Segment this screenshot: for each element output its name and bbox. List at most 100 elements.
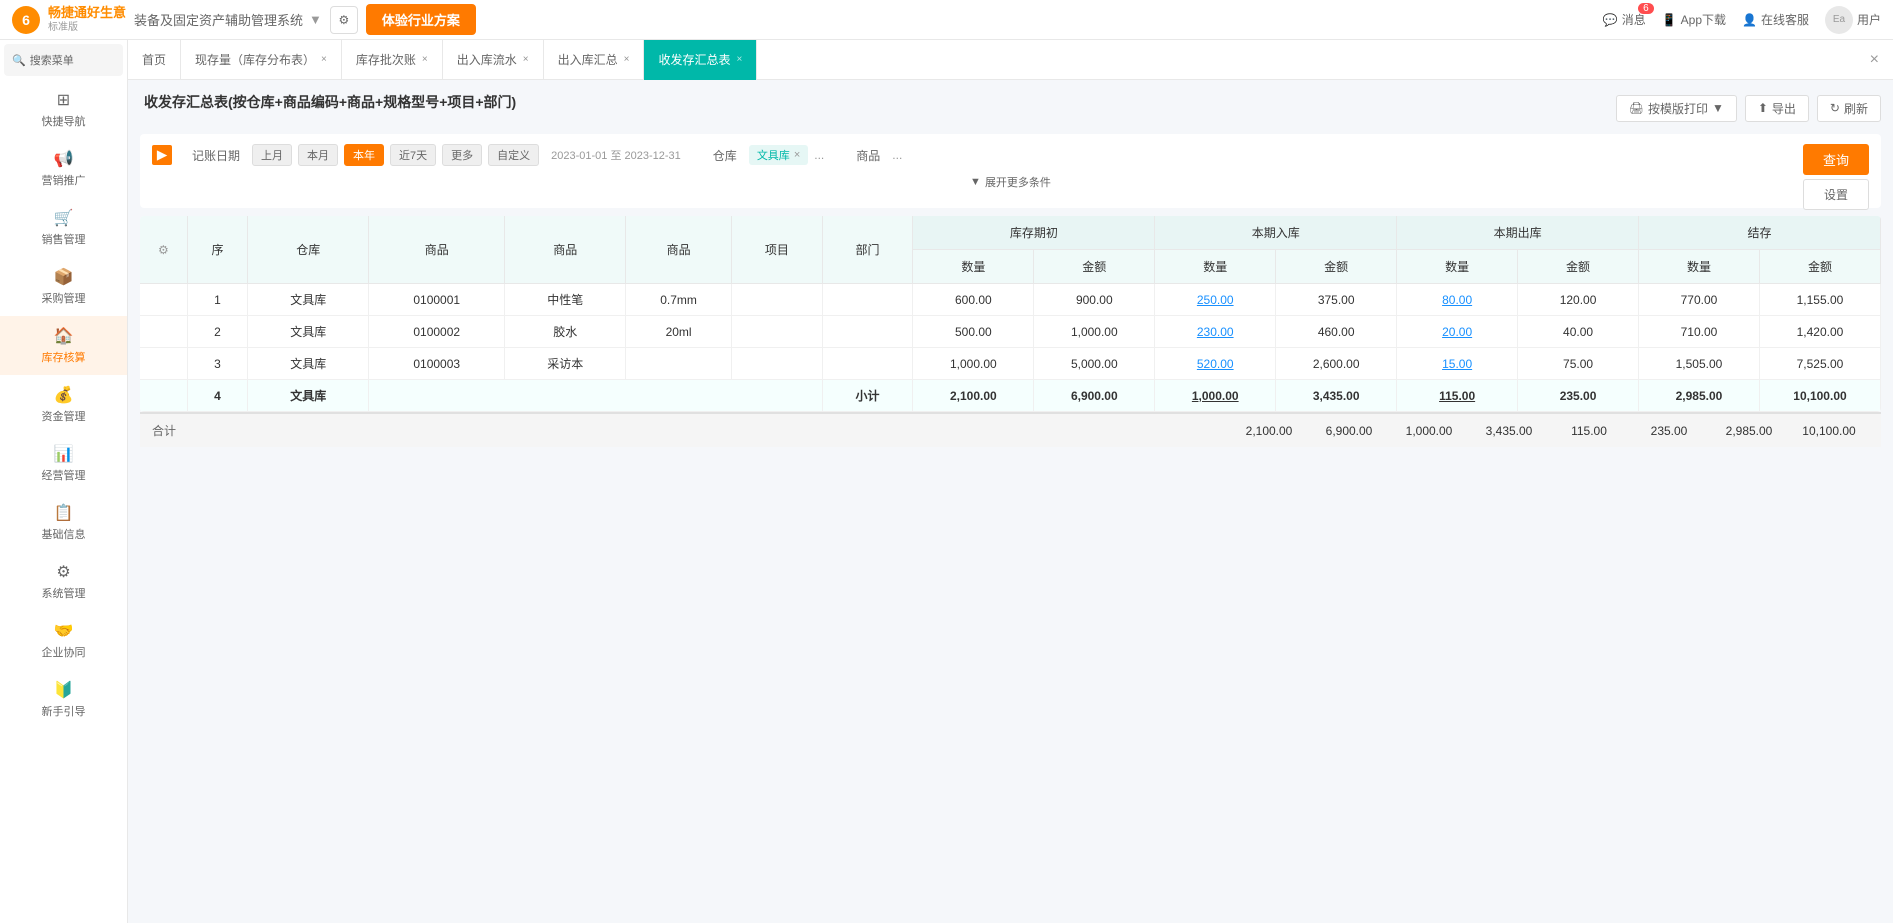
row-num: 1 — [187, 284, 247, 316]
row-in-qty[interactable]: 250.00 — [1155, 284, 1276, 316]
query-button[interactable]: 查询 — [1803, 144, 1869, 175]
row-bal-qty: 770.00 — [1639, 284, 1760, 316]
warehouse-more[interactable]: ... — [814, 148, 824, 162]
settings-button[interactable]: ⚙ — [330, 6, 358, 34]
sidebar-item-purchase[interactable]: 📦 采购管理 — [0, 257, 127, 316]
row-out-qty[interactable]: 80.00 — [1397, 284, 1518, 316]
sidebar-item-enterprise[interactable]: 🤝 企业协同 — [0, 611, 127, 670]
th-name: 商品 — [505, 216, 626, 284]
sidebar-item-inventory[interactable]: 🏠 库存核算 — [0, 316, 127, 375]
row-in-amt: 460.00 — [1276, 316, 1397, 348]
th-opening: 库存期初 — [913, 216, 1155, 250]
column-settings-button[interactable]: 设置 — [1803, 179, 1869, 210]
row-bal-qty: 1,505.00 — [1639, 348, 1760, 380]
app-subtitle: 标准版 — [48, 21, 126, 34]
total-in-amt: 3,435.00 — [1469, 424, 1549, 438]
row-in-qty[interactable]: 520.00 — [1155, 348, 1276, 380]
warehouse-tag-close[interactable]: × — [794, 149, 800, 161]
tab-recv-send[interactable]: 收发存汇总表 × — [644, 40, 757, 80]
expand-conditions-button[interactable]: ▼ 展开更多条件 — [970, 174, 1051, 190]
tab-inout-summary[interactable]: 出入库汇总 × — [544, 40, 645, 80]
export-button[interactable]: ⬆ 导出 — [1745, 95, 1809, 122]
page-content: 收发存汇总表(按仓库+商品编码+商品+规格型号+项目+部门) 🖨 按模版打印 ▼… — [128, 80, 1893, 923]
tab-recv-send-close[interactable]: × — [736, 54, 742, 65]
subtotal-out-amt: 235.00 — [1518, 380, 1639, 412]
refresh-button[interactable]: ↻ 刷新 — [1817, 95, 1881, 122]
search-menu-button[interactable]: 🔍 搜索菜单 — [4, 44, 123, 76]
sidebar-item-basic-info[interactable]: 📋 基础信息 — [0, 493, 127, 552]
row-out-qty[interactable]: 20.00 — [1397, 316, 1518, 348]
table-container: ⚙ 序 仓库 商品 商品 商品 项目 部门 库存期初 本期入库 本期出库 — [140, 216, 1881, 412]
row-settings — [140, 284, 187, 316]
sidebar-item-marketing[interactable]: 📢 营销推广 — [0, 139, 127, 198]
message-button[interactable]: 💬 消息 6 — [1603, 11, 1646, 28]
tab-inventory-dist[interactable]: 现存量（库存分布表） × — [181, 40, 342, 80]
sidebar-item-sales[interactable]: 🛒 销售管理 — [0, 198, 127, 257]
expand-label: 展开更多条件 — [985, 174, 1051, 190]
refresh-label: 刷新 — [1844, 100, 1868, 117]
filter-collapse-button[interactable]: ▶ — [152, 145, 172, 165]
inventory-icon: 🏠 — [54, 326, 74, 346]
tab-batch-close[interactable]: × — [422, 54, 428, 65]
row-num: 2 — [187, 316, 247, 348]
experience-button[interactable]: 体验行业方案 — [366, 4, 476, 35]
th-in-qty: 数量 — [1155, 250, 1276, 284]
tab-home-label: 首页 — [142, 51, 166, 68]
warehouse-label: 仓库 — [713, 147, 737, 164]
sidebar-item-system[interactable]: ⚙ 系统管理 — [0, 552, 127, 611]
tab-batch[interactable]: 库存批次账 × — [342, 40, 443, 80]
row-name: 采访本 — [505, 348, 626, 380]
date-btn-this-month[interactable]: 本月 — [298, 144, 338, 166]
table-footer: 4 文具库 小计 2,100.00 6,900.00 1,000.00 3,43… — [140, 380, 1881, 412]
th-out-amt: 金额 — [1518, 250, 1639, 284]
subtotal-in-amt: 3,435.00 — [1276, 380, 1397, 412]
online-service-button[interactable]: 👤 在线客服 — [1742, 11, 1809, 28]
marketing-icon: 📢 — [54, 149, 74, 169]
total-out-amt: 235.00 — [1629, 424, 1709, 438]
date-btn-prev-month[interactable]: 上月 — [252, 144, 292, 166]
tab-inout-summary-close[interactable]: × — [624, 54, 630, 65]
row-code: 0100002 — [369, 316, 505, 348]
sidebar-item-finance[interactable]: 💰 资金管理 — [0, 375, 127, 434]
quick-nav-icon: ⊞ — [57, 90, 70, 110]
th-in-amt: 金额 — [1276, 250, 1397, 284]
sidebar-item-label: 系统管理 — [42, 585, 86, 601]
sidebar-item-label: 库存核算 — [42, 349, 86, 365]
warehouse-tag: 文具库 × — [749, 145, 808, 165]
tab-recv-send-label: 收发存汇总表 — [658, 51, 730, 68]
tab-home[interactable]: 首页 — [128, 40, 181, 80]
tab-inout-flow-close[interactable]: × — [523, 54, 529, 65]
goods-more[interactable]: ... — [892, 148, 902, 162]
sidebar-item-label: 资金管理 — [42, 408, 86, 424]
sidebar-item-guide[interactable]: 🔰 新手引导 — [0, 670, 127, 729]
sidebar-item-label: 经营管理 — [42, 467, 86, 483]
print-dropdown-icon: ▼ — [1712, 101, 1724, 115]
subtotal-in-qty: 1,000.00 — [1155, 380, 1276, 412]
date-btn-more[interactable]: 更多 — [442, 144, 482, 166]
th-in: 本期入库 — [1155, 216, 1397, 250]
app-download-label: App下载 — [1681, 11, 1726, 28]
subtotal-name: 小计 — [822, 380, 913, 412]
row-spec: 20ml — [626, 316, 732, 348]
date-btn-this-year[interactable]: 本年 — [344, 144, 384, 166]
date-btn-custom[interactable]: 自定义 — [488, 144, 539, 166]
user-button[interactable]: Ea 用户 — [1825, 6, 1881, 34]
row-in-qty[interactable]: 230.00 — [1155, 316, 1276, 348]
row-out-qty[interactable]: 15.00 — [1397, 348, 1518, 380]
system-title-text: 装备及固定资产辅助管理系统 — [134, 10, 303, 29]
date-btn-7days[interactable]: 近7天 — [390, 144, 436, 166]
print-button[interactable]: 🖨 按模版打印 ▼ — [1616, 95, 1737, 122]
table-settings-th[interactable]: ⚙ — [140, 216, 187, 284]
subtotal-open-amt: 6,900.00 — [1034, 380, 1155, 412]
sidebar-item-operations[interactable]: 📊 经营管理 — [0, 434, 127, 493]
sidebar-item-quick-nav[interactable]: ⊞ 快捷导航 — [0, 80, 127, 139]
tab-inout-flow[interactable]: 出入库流水 × — [443, 40, 544, 80]
header-left: 6 畅捷通好生意 标准版 装备及固定资产辅助管理系统 ▼ ⚙ 体验行业方案 — [12, 4, 476, 35]
row-in-amt: 375.00 — [1276, 284, 1397, 316]
finance-icon: 💰 — [54, 385, 74, 405]
tab-bar-close-button[interactable]: × — [1856, 51, 1893, 69]
tab-inventory-dist-close[interactable]: × — [321, 54, 327, 65]
app-download-button[interactable]: 📱 App下载 — [1662, 11, 1726, 28]
th-out-qty: 数量 — [1397, 250, 1518, 284]
subtotal-num: 4 — [187, 380, 247, 412]
